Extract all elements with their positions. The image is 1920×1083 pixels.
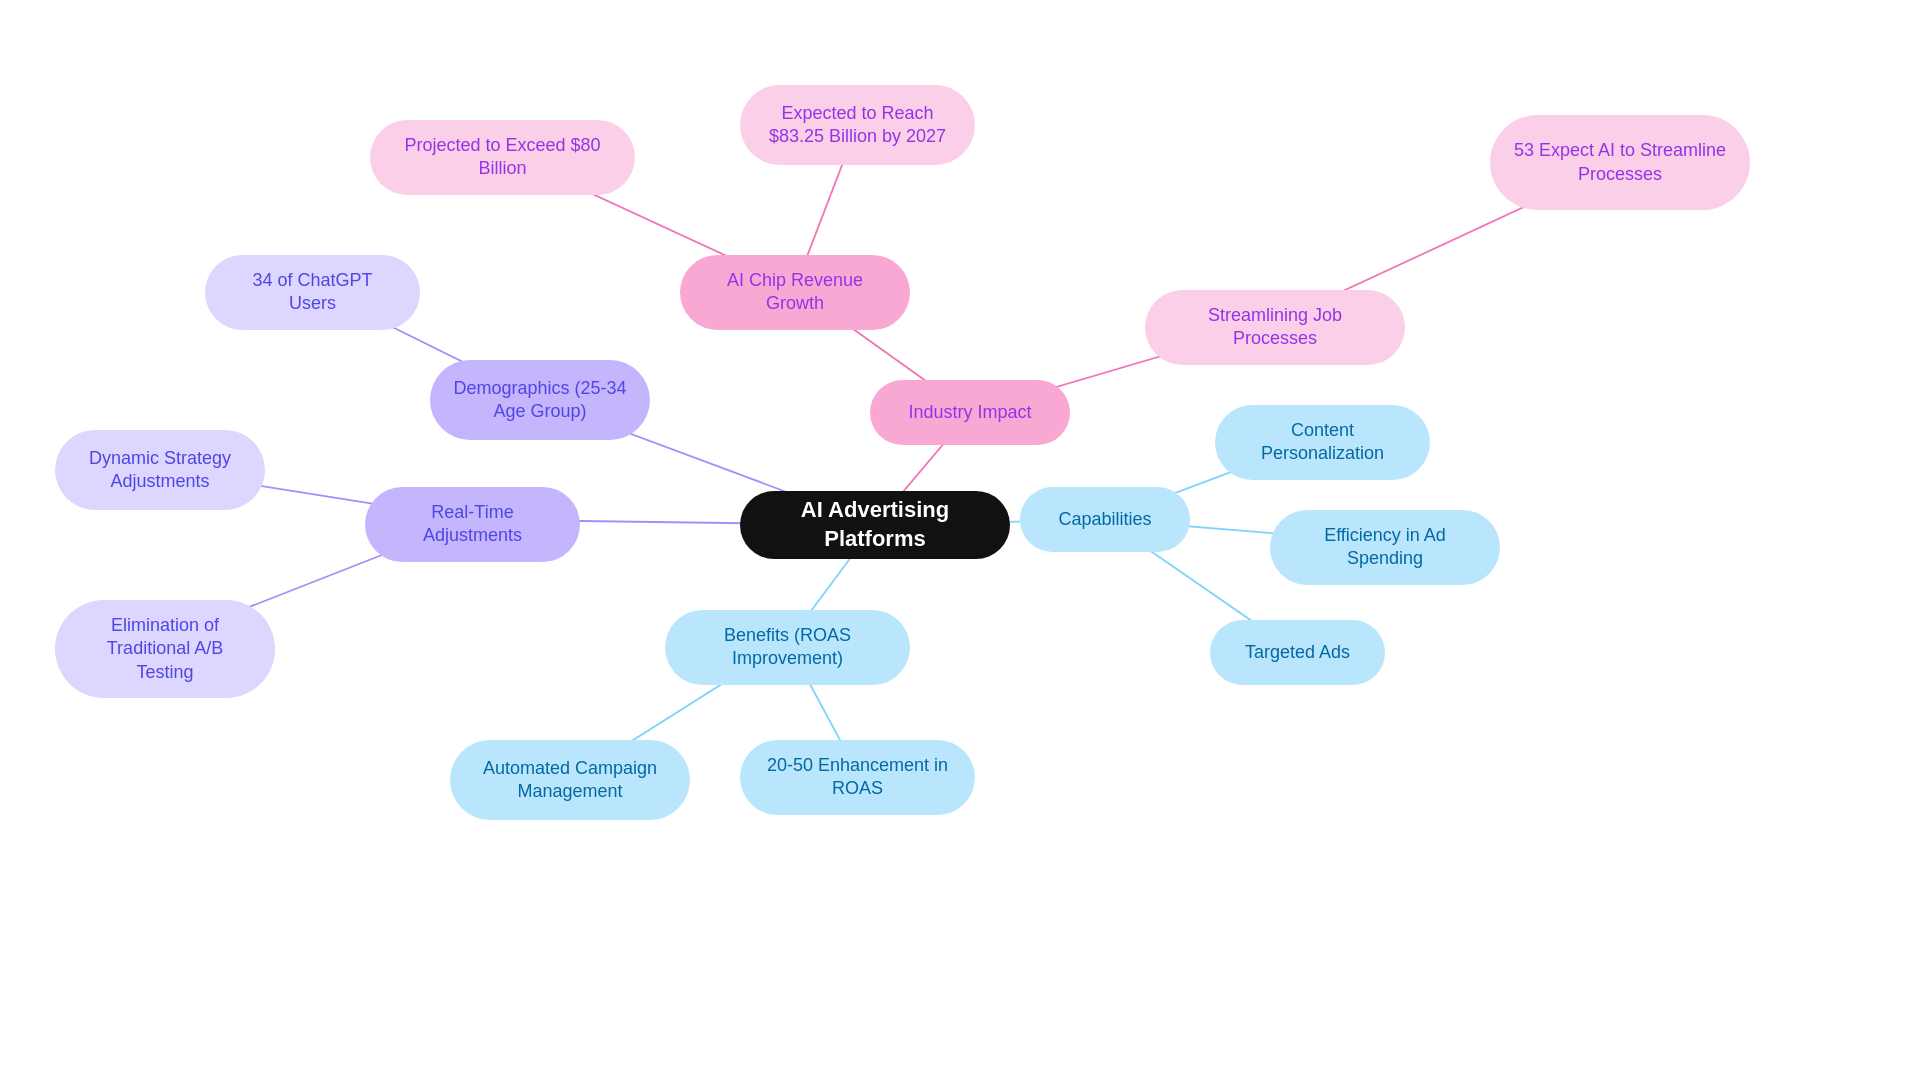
node-contentPersonalization[interactable]: Content Personalization	[1215, 405, 1430, 480]
node-roasEnhancement[interactable]: 20-50 Enhancement in ROAS	[740, 740, 975, 815]
node-dynamicStrategy[interactable]: Dynamic Strategy Adjustments	[55, 430, 265, 510]
node-targetedAds[interactable]: Targeted Ads	[1210, 620, 1385, 685]
node-demographics[interactable]: Demographics (25-34 Age Group)	[430, 360, 650, 440]
mindmap-container: AI Advertising Platforms Industry Impact A…	[0, 0, 1920, 1083]
node-projectedExceed[interactable]: Projected to Exceed $80 Billion	[370, 120, 635, 195]
node-streamliningJob[interactable]: Streamlining Job Processes	[1145, 290, 1405, 365]
node-capabilities[interactable]: Capabilities	[1020, 487, 1190, 552]
node-efficiencyAdSpending[interactable]: Efficiency in Ad Spending	[1270, 510, 1500, 585]
node-chatGPTUsers[interactable]: 34 of ChatGPT Users	[205, 255, 420, 330]
node-benefitsROAS[interactable]: Benefits (ROAS Improvement)	[665, 610, 910, 685]
node-industryImpact[interactable]: Industry Impact	[870, 380, 1070, 445]
node-expectAI[interactable]: 53 Expect AI to Streamline Processes	[1490, 115, 1750, 210]
node-eliminationAB[interactable]: Elimination of Traditional A/B Testing	[55, 600, 275, 698]
node-realTimeAdjustments[interactable]: Real-Time Adjustments	[365, 487, 580, 562]
node-automatedCampaign[interactable]: Automated Campaign Management	[450, 740, 690, 820]
node-aiChipRevenue[interactable]: AI Chip Revenue Growth	[680, 255, 910, 330]
node-expectedReach[interactable]: Expected to Reach $83.25 Billion by 2027	[740, 85, 975, 165]
node-center[interactable]: AI Advertising Platforms	[740, 491, 1010, 559]
